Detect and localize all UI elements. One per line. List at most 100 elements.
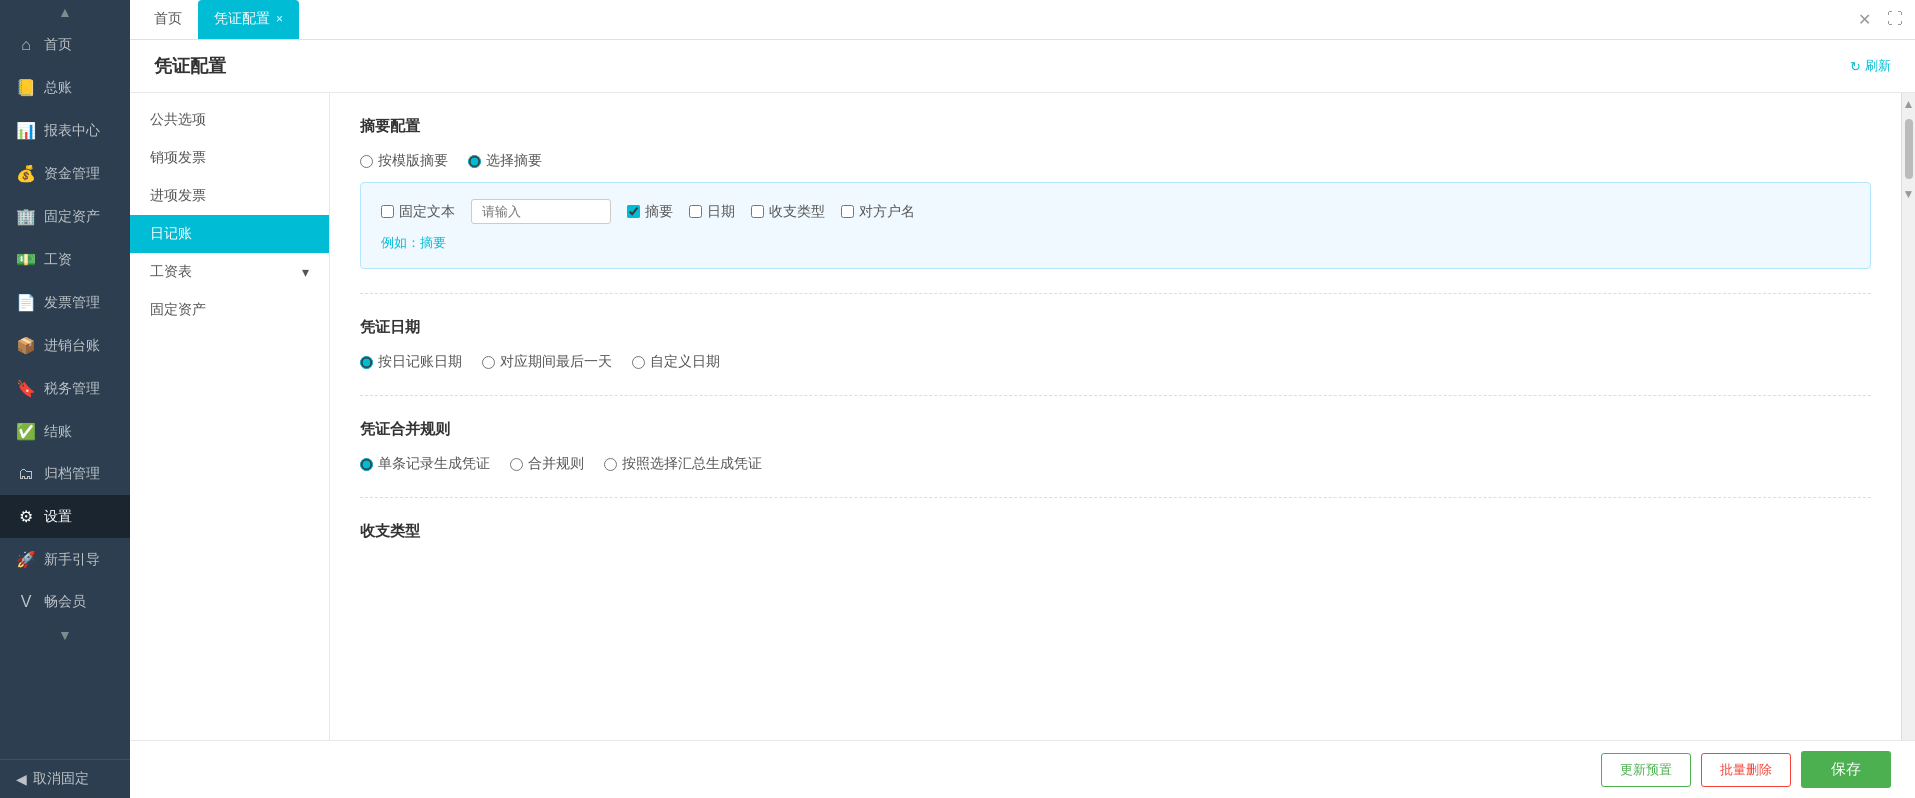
merge-radio2[interactable] bbox=[510, 458, 523, 471]
voucher-date-title: 凭证日期 bbox=[360, 318, 1871, 337]
sidebar-scroll-up[interactable]: ▲ bbox=[0, 0, 130, 24]
abstract-section: 摘要配置 按模版摘要 选择摘要 固定文本 bbox=[360, 117, 1871, 269]
tab-voucher-config[interactable]: 凭证配置 × bbox=[198, 0, 299, 39]
abstract-config-box: 固定文本 摘要 日期 收支类型 bbox=[360, 182, 1871, 269]
date-radio1[interactable] bbox=[360, 356, 373, 369]
content-area: 公共选项 销项发票 进项发票 日记账 工资表 ▾ 固定资产 摘要配置 bbox=[130, 93, 1915, 740]
scroll-up-btn[interactable]: ▲ bbox=[1899, 93, 1915, 115]
tab-home[interactable]: 首页 bbox=[138, 0, 198, 39]
merge-radio3[interactable] bbox=[604, 458, 617, 471]
sidebar-label-archive: 归档管理 bbox=[44, 465, 100, 483]
refresh-icon: ↻ bbox=[1850, 59, 1861, 74]
abstract-mode2-option[interactable]: 选择摘要 bbox=[468, 152, 542, 170]
date-checkbox[interactable] bbox=[689, 205, 702, 218]
sidebar-item-funds[interactable]: 💰 资金管理 bbox=[0, 152, 130, 195]
window-close-btn[interactable]: ✕ bbox=[1854, 8, 1875, 31]
main-area: 首页 凭证配置 × ✕ ⛶ 凭证配置 ↻ 刷新 公共选项 销项发票 进项 bbox=[130, 0, 1915, 798]
abstract-title: 摘要配置 bbox=[360, 117, 1871, 136]
divider-2 bbox=[360, 395, 1871, 396]
date-radio2[interactable] bbox=[482, 356, 495, 369]
left-nav-fixed-assets[interactable]: 固定资产 bbox=[130, 291, 329, 329]
fixed-text-option[interactable]: 固定文本 bbox=[381, 203, 455, 221]
assets-icon: 🏢 bbox=[16, 207, 36, 226]
merge-rules-section: 凭证合并规则 单条记录生成凭证 合并规则 按照选择汇总生成凭证 bbox=[360, 420, 1871, 473]
sidebar-item-reports[interactable]: 📊 报表中心 bbox=[0, 109, 130, 152]
vip-icon: V bbox=[16, 593, 36, 611]
sidebar-item-assets[interactable]: 🏢 固定资产 bbox=[0, 195, 130, 238]
sidebar-item-settings[interactable]: ⚙ 设置 bbox=[0, 495, 130, 538]
income-type-check-option[interactable]: 收支类型 bbox=[751, 203, 825, 221]
sidebar-item-archive[interactable]: 🗂 归档管理 bbox=[0, 453, 130, 495]
abstract-mode1-radio[interactable] bbox=[360, 155, 373, 168]
batch-delete-button[interactable]: 批量删除 bbox=[1701, 753, 1791, 787]
scroll-down-btn[interactable]: ▼ bbox=[1899, 183, 1915, 205]
fixed-text-checkbox[interactable] bbox=[381, 205, 394, 218]
sidebar-unpin-btn[interactable]: ◀ 取消固定 bbox=[0, 759, 130, 798]
unpin-icon: ◀ bbox=[16, 771, 27, 787]
sidebar-item-guide[interactable]: 🚀 新手引导 bbox=[0, 538, 130, 581]
scroll-thumb[interactable] bbox=[1905, 119, 1913, 179]
date-option2[interactable]: 对应期间最后一天 bbox=[482, 353, 612, 371]
sidebar-label-settlement: 结账 bbox=[44, 423, 72, 441]
sidebar-scroll-down[interactable]: ▼ bbox=[0, 623, 130, 647]
sidebar-label-reports: 报表中心 bbox=[44, 122, 100, 140]
left-nav-payroll-table[interactable]: 工资表 ▾ bbox=[130, 253, 329, 291]
sidebar-item-settlement[interactable]: ✅ 结账 bbox=[0, 410, 130, 453]
sidebar-label-payroll: 工资 bbox=[44, 251, 72, 269]
funds-icon: 💰 bbox=[16, 164, 36, 183]
merge-option3[interactable]: 按照选择汇总生成凭证 bbox=[604, 455, 762, 473]
sidebar-item-invoice-mgmt[interactable]: 📄 发票管理 bbox=[0, 281, 130, 324]
purchase-sales-icon: 📦 bbox=[16, 336, 36, 355]
sidebar-item-purchase-sales[interactable]: 📦 进销台账 bbox=[0, 324, 130, 367]
income-type-checkbox[interactable] bbox=[751, 205, 764, 218]
window-buttons: ✕ ⛶ bbox=[1854, 8, 1907, 31]
abstract-check-option[interactable]: 摘要 bbox=[627, 203, 673, 221]
sidebar-label-tax: 税务管理 bbox=[44, 380, 100, 398]
merge-radio1[interactable] bbox=[360, 458, 373, 471]
date-radio3[interactable] bbox=[632, 356, 645, 369]
left-nav: 公共选项 销项发票 进项发票 日记账 工资表 ▾ 固定资产 bbox=[130, 93, 330, 740]
save-button[interactable]: 保存 bbox=[1801, 751, 1891, 788]
voucher-date-section: 凭证日期 按日记账日期 对应期间最后一天 自定义日期 bbox=[360, 318, 1871, 371]
merge-option1[interactable]: 单条记录生成凭证 bbox=[360, 455, 490, 473]
left-nav-journal[interactable]: 日记账 bbox=[130, 215, 329, 253]
tab-close-btn[interactable]: × bbox=[276, 12, 283, 26]
abstract-mode-row: 按模版摘要 选择摘要 bbox=[360, 152, 1871, 170]
abstract-mode1-option[interactable]: 按模版摘要 bbox=[360, 152, 448, 170]
merge-rules-title: 凭证合并规则 bbox=[360, 420, 1871, 439]
sidebar: ▲ ⌂ 首页 📒 总账 📊 报表中心 💰 资金管理 🏢 固定资产 💵 工资 📄 … bbox=[0, 0, 130, 798]
income-type-section: 收支类型 bbox=[360, 522, 1871, 541]
abstract-mode2-radio[interactable] bbox=[468, 155, 481, 168]
counterparty-checkbox[interactable] bbox=[841, 205, 854, 218]
counterparty-check-option[interactable]: 对方户名 bbox=[841, 203, 915, 221]
sidebar-item-home[interactable]: ⌂ 首页 bbox=[0, 24, 130, 66]
archive-icon: 🗂 bbox=[16, 465, 36, 483]
refresh-button[interactable]: ↻ 刷新 bbox=[1850, 57, 1891, 75]
left-nav-sales-invoice[interactable]: 销项发票 bbox=[130, 139, 329, 177]
sidebar-item-payroll[interactable]: 💵 工资 bbox=[0, 238, 130, 281]
abstract-fields-row: 固定文本 摘要 日期 收支类型 bbox=[381, 199, 1850, 224]
sidebar-item-tax[interactable]: 🔖 税务管理 bbox=[0, 367, 130, 410]
left-nav-public[interactable]: 公共选项 bbox=[130, 101, 329, 139]
update-preview-button[interactable]: 更新预置 bbox=[1601, 753, 1691, 787]
chevron-down-icon: ▾ bbox=[302, 264, 309, 280]
reports-icon: 📊 bbox=[16, 121, 36, 140]
fixed-text-input[interactable] bbox=[471, 199, 611, 224]
guide-icon: 🚀 bbox=[16, 550, 36, 569]
sidebar-item-vip[interactable]: V 畅会员 bbox=[0, 581, 130, 623]
sidebar-label-ledger: 总账 bbox=[44, 79, 72, 97]
window-maximize-btn[interactable]: ⛶ bbox=[1883, 8, 1907, 31]
date-check-option[interactable]: 日期 bbox=[689, 203, 735, 221]
sidebar-item-ledger[interactable]: 📒 总账 bbox=[0, 66, 130, 109]
merge-option2[interactable]: 合并规则 bbox=[510, 455, 584, 473]
payroll-icon: 💵 bbox=[16, 250, 36, 269]
date-option3[interactable]: 自定义日期 bbox=[632, 353, 720, 371]
sidebar-label-vip: 畅会员 bbox=[44, 593, 86, 611]
divider-1 bbox=[360, 293, 1871, 294]
abstract-checkbox[interactable] bbox=[627, 205, 640, 218]
income-type-title: 收支类型 bbox=[360, 522, 1871, 541]
bottom-bar: 更新预置 批量删除 保存 bbox=[130, 740, 1915, 798]
page-header: 凭证配置 ↻ 刷新 bbox=[130, 40, 1915, 93]
left-nav-purchase-invoice[interactable]: 进项发票 bbox=[130, 177, 329, 215]
date-option1[interactable]: 按日记账日期 bbox=[360, 353, 462, 371]
